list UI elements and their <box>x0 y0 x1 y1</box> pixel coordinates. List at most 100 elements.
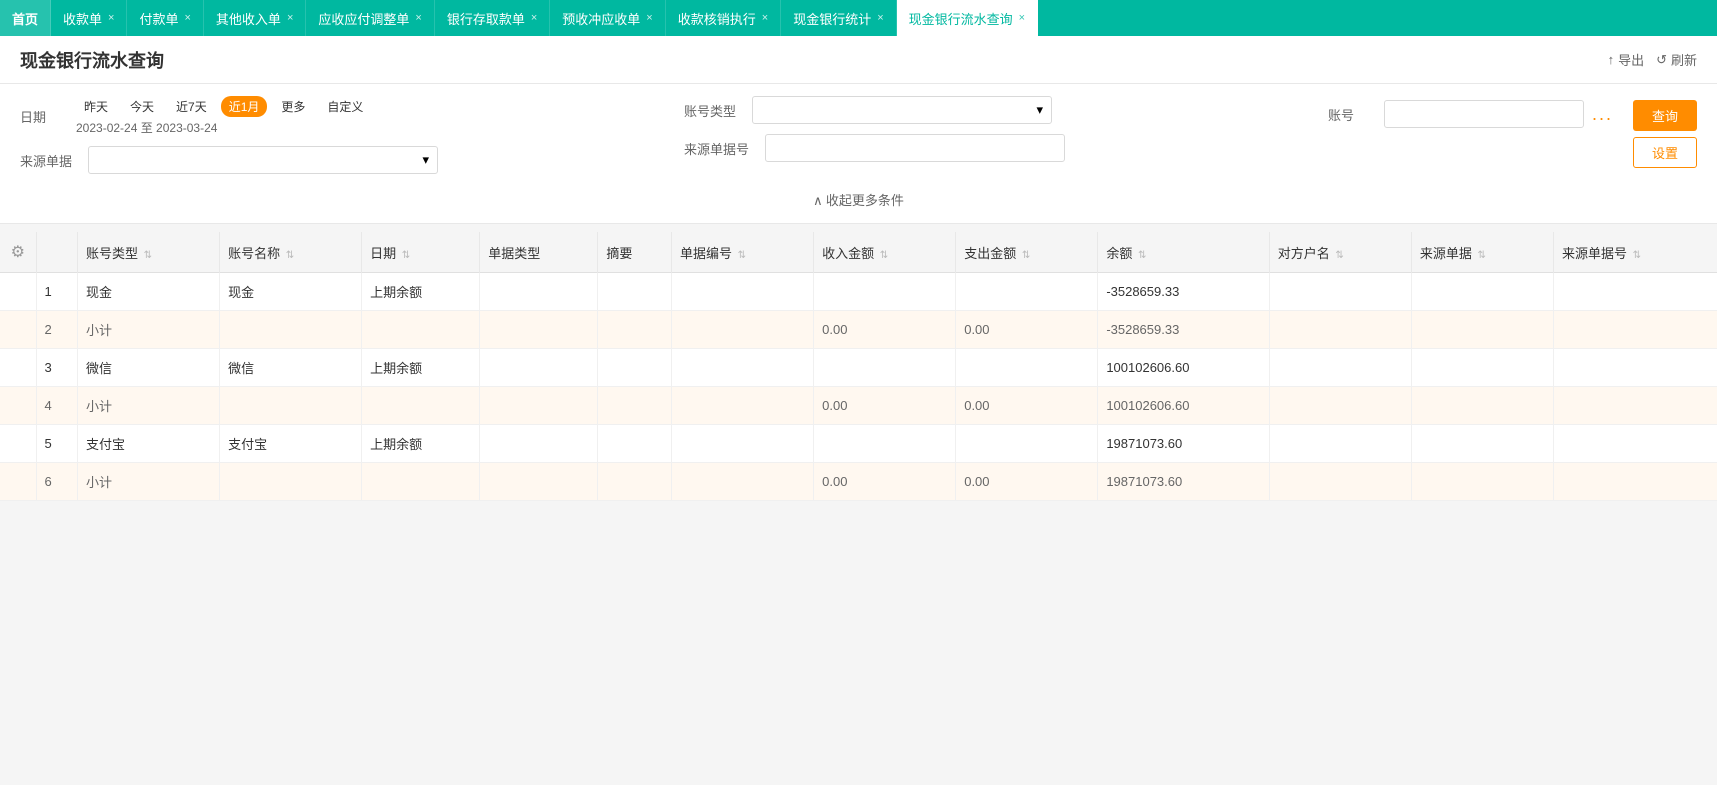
table-cell <box>956 349 1098 387</box>
table-cell: 5 <box>36 425 77 463</box>
close-icon[interactable]: × <box>762 12 768 24</box>
date-option-today[interactable]: 今天 <box>122 96 162 117</box>
header-actions: ↑ 导出 ↺ 刷新 <box>1608 50 1697 69</box>
close-icon[interactable]: × <box>287 12 293 24</box>
table-cell <box>220 311 362 349</box>
col-expense[interactable]: 支出金额 ⇅ <box>956 232 1098 273</box>
col-doc-number[interactable]: 单据编号 ⇅ <box>672 232 814 273</box>
date-option-yesterday[interactable]: 昨天 <box>76 96 116 117</box>
col-income[interactable]: 收入金额 ⇅ <box>814 232 956 273</box>
close-icon[interactable]: × <box>1019 12 1025 24</box>
nav-tab-shoukuan[interactable]: 收款单 × <box>51 0 127 36</box>
table-cell <box>1411 387 1553 425</box>
col-idx <box>36 232 77 273</box>
table-cell <box>1411 425 1553 463</box>
table-body: 1现金现金上期余额-3528659.332小计0.000.00-3528659.… <box>0 273 1717 501</box>
nav-tab-yinhang[interactable]: 银行存取款单 × <box>435 0 550 36</box>
export-icon: ↑ <box>1608 52 1615 67</box>
table-cell <box>598 273 672 311</box>
col-counterparty[interactable]: 对方户名 ⇅ <box>1269 232 1411 273</box>
date-option-7days[interactable]: 近7天 <box>168 96 215 117</box>
nav-tab-fukuan[interactable]: 付款单 × <box>127 0 203 36</box>
nav-tab-hexiao[interactable]: 收款核销执行 × <box>666 0 781 36</box>
date-option-custom[interactable]: 自定义 <box>319 96 371 117</box>
table-cell <box>598 425 672 463</box>
collapse-bar[interactable]: ∧ 收起更多条件 <box>20 184 1697 211</box>
account-input[interactable] <box>1384 100 1584 128</box>
sort-icon: ⇅ <box>286 250 294 261</box>
account-dots-button[interactable]: ... <box>1592 104 1613 125</box>
nav-tab-qita[interactable]: 其他收入单 × <box>204 0 306 36</box>
nav-home[interactable]: 首页 <box>0 0 51 36</box>
page-header: 现金银行流水查询 ↑ 导出 ↺ 刷新 <box>0 36 1717 84</box>
close-icon[interactable]: × <box>531 12 537 24</box>
page-title: 现金银行流水查询 <box>20 47 164 73</box>
table-settings-header[interactable]: ⚙ <box>0 232 36 273</box>
table-cell <box>1269 273 1411 311</box>
col-source-doc[interactable]: 来源单据 ⇅ <box>1411 232 1553 273</box>
table-cell <box>814 425 956 463</box>
date-option-1month[interactable]: 近1月 <box>221 96 268 117</box>
table-cell <box>1553 273 1717 311</box>
query-button[interactable]: 查询 <box>1633 100 1697 131</box>
table-row: 6小计0.000.0019871073.60 <box>0 463 1717 501</box>
table-cell <box>0 311 36 349</box>
refresh-button[interactable]: ↺ 刷新 <box>1656 50 1697 69</box>
source-doc-num-filter-row: 来源单据号 <box>684 134 1298 162</box>
table-cell <box>362 463 480 501</box>
table-cell: 现金 <box>77 273 219 311</box>
table-cell: 小计 <box>77 311 219 349</box>
nav-tab-yingshou[interactable]: 应收应付调整单 × <box>306 0 434 36</box>
sort-icon: ⇅ <box>1633 250 1641 261</box>
table-cell <box>362 311 480 349</box>
table-cell <box>0 273 36 311</box>
table-cell <box>956 425 1098 463</box>
sort-icon: ⇅ <box>144 250 152 261</box>
table-cell: 0.00 <box>956 463 1098 501</box>
table-cell <box>1269 349 1411 387</box>
source-doc-select[interactable]: ▾ <box>88 146 438 174</box>
table-cell <box>480 273 598 311</box>
table-cell: 支付宝 <box>77 425 219 463</box>
table-cell: 19871073.60 <box>1098 463 1269 501</box>
source-doc-num-input[interactable] <box>765 134 1065 162</box>
account-wrapper: ... <box>1384 100 1613 128</box>
close-icon[interactable]: × <box>646 12 652 24</box>
col-source-doc-num[interactable]: 来源单据号 ⇅ <box>1553 232 1717 273</box>
gear-icon[interactable]: ⚙ <box>11 244 25 261</box>
export-button[interactable]: ↑ 导出 <box>1608 50 1645 69</box>
col-account-name[interactable]: 账号名称 ⇅ <box>220 232 362 273</box>
table-cell <box>1553 311 1717 349</box>
date-label: 日期 <box>20 107 60 126</box>
account-type-filter-row: 账号类型 ▾ <box>684 96 1298 124</box>
nav-tab-tongji[interactable]: 现金银行统计 × <box>781 0 896 36</box>
settings-button[interactable]: 设置 <box>1633 137 1697 168</box>
nav-tab-liushui[interactable]: 现金银行流水查询 × <box>897 0 1038 36</box>
col-account-type[interactable]: 账号类型 ⇅ <box>77 232 219 273</box>
nav-tab-yushou[interactable]: 预收冲应收单 × <box>550 0 665 36</box>
table-cell <box>672 273 814 311</box>
table-header-row: ⚙ 账号类型 ⇅ 账号名称 ⇅ 日期 ⇅ 单据类型 摘要 单据编号 ⇅ 收入金额… <box>0 232 1717 273</box>
date-option-more[interactable]: 更多 <box>273 96 313 117</box>
table-cell <box>598 463 672 501</box>
chevron-down-icon: ▾ <box>422 152 429 168</box>
table-cell: 3 <box>36 349 77 387</box>
table-cell <box>1553 387 1717 425</box>
table-cell: 100102606.60 <box>1098 387 1269 425</box>
table-cell: 小计 <box>77 463 219 501</box>
col-balance[interactable]: 余额 ⇅ <box>1098 232 1269 273</box>
sort-icon: ⇅ <box>1138 250 1146 261</box>
col-date[interactable]: 日期 ⇅ <box>362 232 480 273</box>
close-icon[interactable]: × <box>415 12 421 24</box>
col-doc-type: 单据类型 <box>480 232 598 273</box>
account-type-label: 账号类型 <box>684 101 736 120</box>
close-icon[interactable]: × <box>184 12 190 24</box>
table-cell <box>1411 349 1553 387</box>
account-type-select[interactable]: ▾ <box>752 96 1052 124</box>
close-icon[interactable]: × <box>108 12 114 24</box>
table-cell <box>814 349 956 387</box>
table-cell <box>672 387 814 425</box>
close-icon[interactable]: × <box>877 12 883 24</box>
table-cell: -3528659.33 <box>1098 273 1269 311</box>
table-cell <box>480 425 598 463</box>
